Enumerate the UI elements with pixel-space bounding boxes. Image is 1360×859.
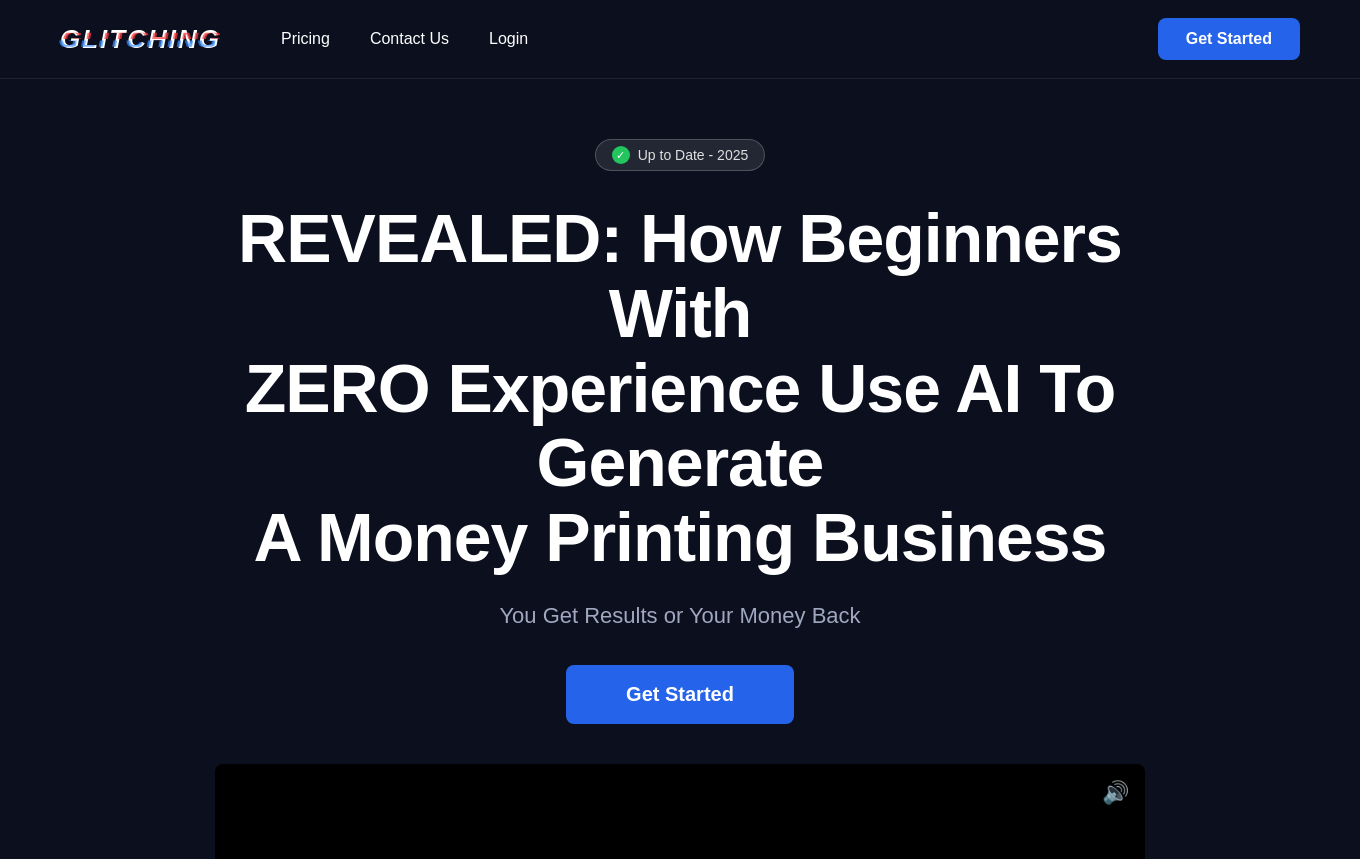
- navbar-left: GLITCHING Pricing Contact Us Login: [60, 24, 528, 55]
- nav-get-started-button[interactable]: Get Started: [1158, 18, 1300, 60]
- badge-check-icon: ✓: [612, 146, 630, 164]
- hero-title: REVEALED: How Beginners With ZERO Experi…: [230, 201, 1130, 575]
- badge-text: Up to Date - 2025: [638, 147, 749, 163]
- volume-icon[interactable]: 🔊: [1102, 780, 1129, 806]
- hero-title-line1: REVEALED: How Beginners With: [238, 200, 1122, 351]
- video-player[interactable]: 🔊: [215, 764, 1145, 859]
- site-logo[interactable]: GLITCHING: [60, 24, 221, 55]
- hero-get-started-button[interactable]: Get Started: [566, 665, 794, 724]
- hero-subtitle: You Get Results or Your Money Back: [499, 603, 860, 629]
- hero-title-line2: ZERO Experience Use AI To Generate: [245, 350, 1116, 501]
- hero-title-line3: A Money Printing Business: [254, 499, 1107, 575]
- hero-section: ✓ Up to Date - 2025 REVEALED: How Beginn…: [0, 79, 1360, 859]
- logo-text: GLITCHING: [60, 24, 221, 55]
- navbar: GLITCHING Pricing Contact Us Login Get S…: [0, 0, 1360, 79]
- nav-link-contact[interactable]: Contact Us: [370, 30, 449, 47]
- nav-links: Pricing Contact Us Login: [281, 30, 528, 48]
- nav-item-contact[interactable]: Contact Us: [370, 30, 449, 48]
- nav-item-pricing[interactable]: Pricing: [281, 30, 330, 48]
- update-badge: ✓ Up to Date - 2025: [595, 139, 766, 171]
- nav-item-login[interactable]: Login: [489, 30, 528, 48]
- nav-link-pricing[interactable]: Pricing: [281, 30, 330, 47]
- nav-link-login[interactable]: Login: [489, 30, 528, 47]
